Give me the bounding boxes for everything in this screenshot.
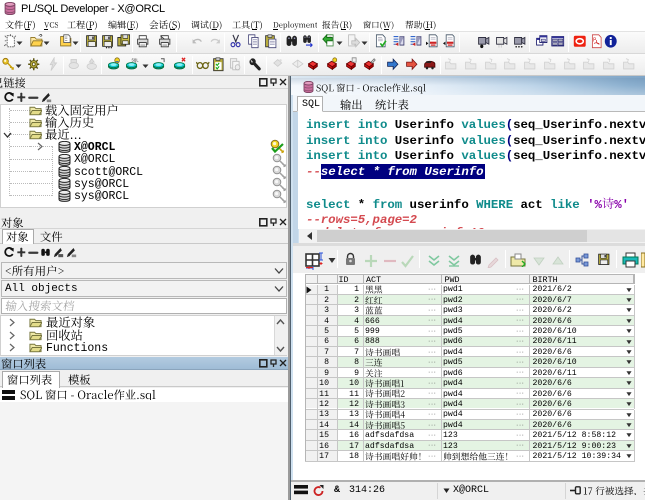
svg-text:SQL: SQL bbox=[132, 59, 140, 63]
